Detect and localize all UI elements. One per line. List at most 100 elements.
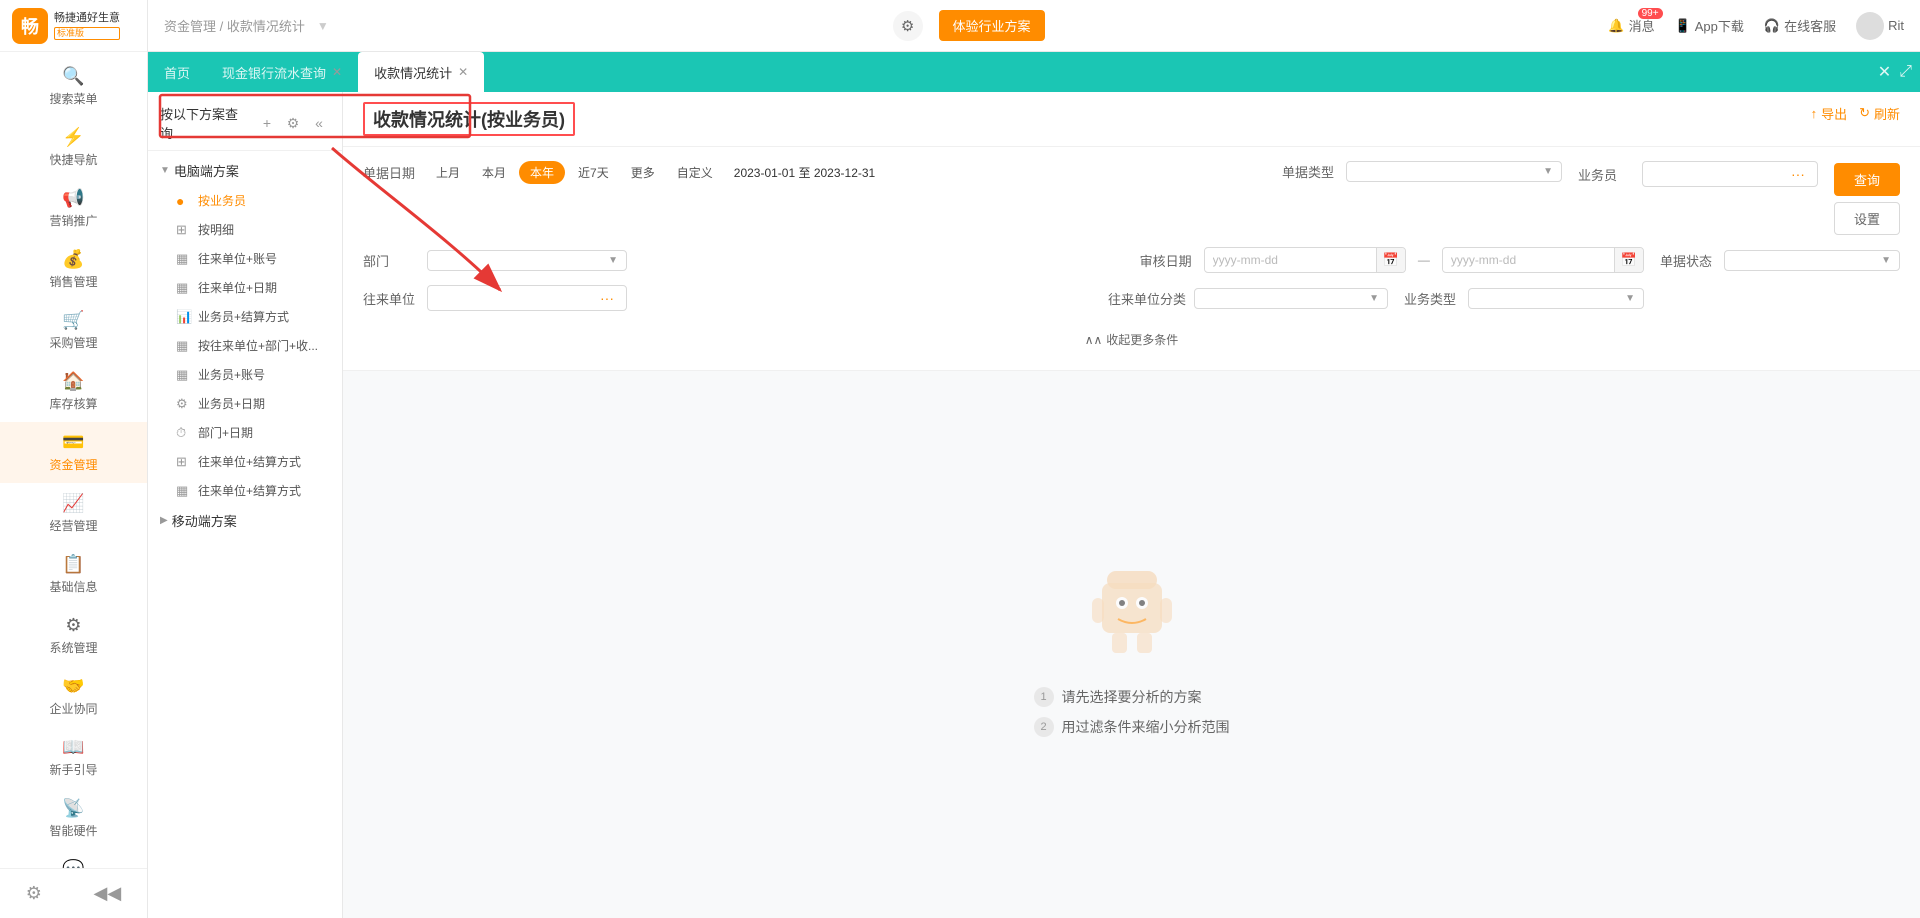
close-tab-receipt[interactable]: ✕ xyxy=(458,65,468,79)
scheme-item-partner_account[interactable]: ▦往来单位+账号 xyxy=(148,244,342,273)
scheme-group-mobile[interactable]: ▶ 移动端方案 xyxy=(148,505,342,536)
tab-label-home: 首页 xyxy=(164,63,190,82)
collapse-sidebar-icon[interactable]: ◀◀ xyxy=(90,879,126,908)
sidebar-item-purchase[interactable]: 🛒 采购管理 xyxy=(0,300,147,361)
dept-dropdown[interactable]: ▼ xyxy=(427,250,627,271)
empty-illustration xyxy=(1072,543,1192,663)
maximize-icon[interactable]: ⤢ xyxy=(1899,63,1912,81)
online-service-btn[interactable]: 🎧 在线客服 xyxy=(1764,16,1836,35)
notification-btn[interactable]: 🔔 消息 99+ xyxy=(1608,16,1654,35)
scheme-group-desktop[interactable]: ▼ 电脑端方案 xyxy=(148,155,342,186)
date-picker-end-icon[interactable]: 📅 xyxy=(1614,248,1643,272)
scheme-panel: 按以下方案查询 + ⚙ « ▼ 电脑端方案 ●按业务员⊞按明细▦往来单位+账号▦… xyxy=(148,92,343,918)
scheme-icon-by_detail: ⊞ xyxy=(176,222,192,238)
main-area: 资金管理 / 收款情况统计 ▼ ⚙ 体验行业方案 🔔 消息 99+ 📱 App下… xyxy=(148,0,1920,918)
step-num-2: 2 xyxy=(1034,717,1054,737)
salesperson-dropdown[interactable]: ··· xyxy=(1642,161,1818,187)
date-option-custom[interactable]: 自定义 xyxy=(668,161,722,184)
scheme-icon-salesperson_settlement: 📊 xyxy=(176,309,192,325)
date-option-last_month[interactable]: 上月 xyxy=(427,161,469,184)
scheme-item-salesperson_account[interactable]: ▦业务员+账号 xyxy=(148,360,342,389)
export-btn[interactable]: ↑ 导出 xyxy=(1811,104,1848,123)
review-date-start-input[interactable] xyxy=(1205,249,1376,271)
partner-category-dropdown[interactable]: ▼ xyxy=(1194,288,1388,309)
edition-badge: 标准版 xyxy=(54,27,120,41)
scheme-settings-btn[interactable]: ⚙ xyxy=(282,112,304,134)
date-option-more[interactable]: 更多 xyxy=(622,161,664,184)
sidebar-item-quicknav[interactable]: ⚡ 快捷导航 xyxy=(0,117,147,178)
biz-type-dropdown[interactable]: ▼ xyxy=(1468,288,1644,309)
sidebar-item-enterprise[interactable]: 🤝 企业协同 xyxy=(0,666,147,727)
user-avatar-area[interactable]: Rit xyxy=(1856,12,1904,40)
partner-more-dots[interactable]: ··· xyxy=(596,290,618,306)
date-option-this_month[interactable]: 本月 xyxy=(473,161,515,184)
biz-type-arrow: ▼ xyxy=(1625,293,1635,304)
scheme-item-salesperson_date[interactable]: ⚙业务员+日期 xyxy=(148,389,342,418)
sidebar-item-inventory[interactable]: 🏠 库存核算 xyxy=(0,361,147,422)
empty-steps: 1 请先选择要分析的方案 2 用过滤条件来缩小分析范围 xyxy=(1034,687,1230,747)
scheme-item-label-partner_account: 往来单位+账号 xyxy=(198,250,277,267)
review-date-end-input[interactable] xyxy=(1443,249,1614,271)
search-icon: 🔍 xyxy=(62,66,84,87)
close-tab-bank[interactable]: ✕ xyxy=(332,65,342,79)
scheme-item-dept_date[interactable]: ⏱部门+日期 xyxy=(148,418,342,447)
sidebar-label-marketing: 营销推广 xyxy=(49,212,97,229)
sidebar-item-sales[interactable]: 💰 销售管理 xyxy=(0,239,147,300)
date-label: 单据日期 xyxy=(363,163,419,182)
sidebar-item-finance[interactable]: 💳 资金管理 xyxy=(0,422,147,483)
sidebar-item-system[interactable]: ⚙ 系统管理 xyxy=(0,605,147,666)
sidebar-label-enterprise: 企业协同 xyxy=(49,700,97,717)
doc-status-dropdown[interactable]: ▼ xyxy=(1724,250,1900,271)
collapse-scheme-btn[interactable]: « xyxy=(308,112,330,134)
scheme-item-by_salesperson[interactable]: ●按业务员 xyxy=(148,186,342,215)
avatar xyxy=(1856,12,1884,40)
query-button[interactable]: 查询 xyxy=(1834,163,1900,196)
scheme-item-partner_settlement2[interactable]: ▦往来单位+结算方式 xyxy=(148,476,342,505)
sidebar-item-guide[interactable]: 📖 新手引导 xyxy=(0,727,147,788)
sidebar-label-sales: 销售管理 xyxy=(49,273,97,290)
sidebar-item-marketing[interactable]: 📢 营销推广 xyxy=(0,178,147,239)
refresh-btn[interactable]: ↻ 刷新 xyxy=(1859,104,1900,123)
add-scheme-btn[interactable]: + xyxy=(256,112,278,134)
settings-bottom-icon[interactable]: ⚙ xyxy=(22,879,46,908)
salesperson-more[interactable]: ··· xyxy=(1787,166,1809,182)
tab-receipt[interactable]: 收款情况统计✕ xyxy=(358,52,484,92)
sidebar-item-search[interactable]: 🔍 搜索菜单 xyxy=(0,56,147,117)
partner-dropdown[interactable]: ··· xyxy=(427,285,627,311)
scheme-item-label-by_salesperson: 按业务员 xyxy=(198,192,246,209)
collapse-filters-btn[interactable]: ∧∧ 收起更多条件 xyxy=(363,323,1900,356)
scheme-item-partner_settlement1[interactable]: ⊞往来单位+结算方式 xyxy=(148,447,342,476)
date-separator: — xyxy=(1414,249,1434,271)
scheme-item-by_detail[interactable]: ⊞ 按明细 xyxy=(148,215,342,244)
scheme-list: ▼ 电脑端方案 ●按业务员 ⊞ 按明细 ▦往来单位+账号▦往来单位+日期📊业务员+结算… xyxy=(148,151,342,918)
step-2: 2 用过滤条件来缩小分析范围 xyxy=(1034,717,1230,737)
date-option-this_year[interactable]: 本年 xyxy=(519,161,565,184)
export-icon: ↑ xyxy=(1811,106,1818,121)
sidebar-item-basic[interactable]: 📋 基础信息 xyxy=(0,544,147,605)
scheme-item-label-salesperson_date: 业务员+日期 xyxy=(198,395,265,412)
scheme-item-partner_date[interactable]: ▦往来单位+日期 xyxy=(148,273,342,302)
doc-type-dropdown[interactable]: ▼ xyxy=(1346,161,1562,182)
group-arrow-mobile: ▶ xyxy=(160,515,168,526)
scheme-actions: + ⚙ « xyxy=(256,112,330,134)
scheme-item-partner_dept_receipt[interactable]: ▦按往来单位+部门+收... xyxy=(148,331,342,360)
logo-area: 畅 畅捷通好生意 标准版 xyxy=(0,0,147,52)
date-picker-start-icon[interactable]: 📅 xyxy=(1376,248,1405,272)
app-download-btn[interactable]: 📱 App下载 xyxy=(1675,16,1744,35)
sidebar-item-wechat[interactable]: 💬 企业微信 xyxy=(0,849,147,868)
sidebar-bottom: ⚙ ◀◀ xyxy=(0,868,147,918)
purchase-icon: 🛒 xyxy=(62,310,84,331)
scheme-item-salesperson_settlement[interactable]: 📊业务员+结算方式 xyxy=(148,302,342,331)
tab-bank[interactable]: 现金银行流水查询✕ xyxy=(206,52,358,92)
doc-type-label: 单据类型 xyxy=(1282,162,1338,181)
sidebar-item-operations[interactable]: 📈 经营管理 xyxy=(0,483,147,544)
date-option-last_7_days[interactable]: 近7天 xyxy=(569,161,618,184)
scheme-item-label-by_detail: 按明细 xyxy=(198,221,234,238)
sidebar-label-basic: 基础信息 xyxy=(49,578,97,595)
filter-settings-button[interactable]: 设置 xyxy=(1834,202,1900,235)
trial-industry-button[interactable]: 体验行业方案 xyxy=(939,10,1045,41)
close-all-tabs-icon[interactable]: ✕ xyxy=(1878,62,1891,82)
tab-home[interactable]: 首页 xyxy=(148,52,206,92)
sidebar-item-iot[interactable]: 📡 智能硬件 xyxy=(0,788,147,849)
gear-settings-btn[interactable]: ⚙ xyxy=(893,11,923,41)
